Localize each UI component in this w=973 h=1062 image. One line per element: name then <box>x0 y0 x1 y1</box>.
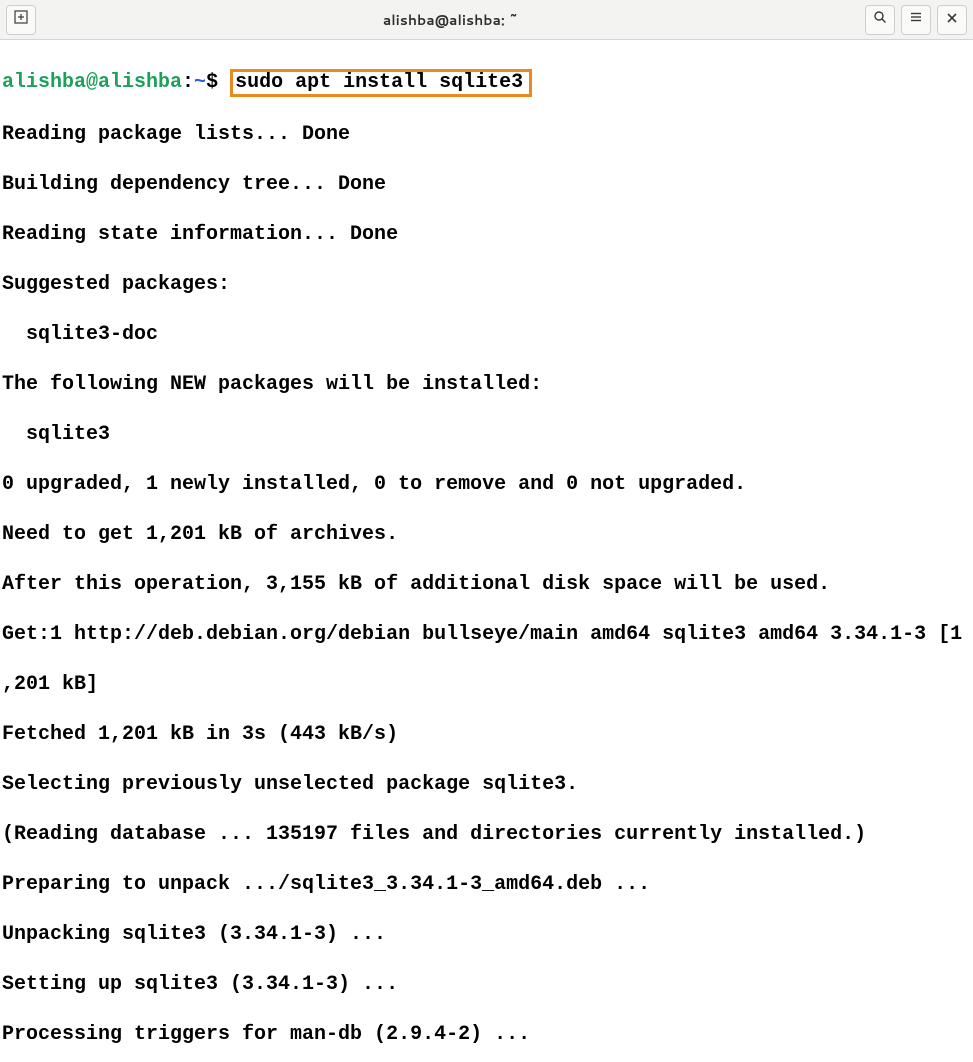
command-highlight: sudo apt install sqlite3 <box>230 69 532 97</box>
output-line: Preparing to unpack .../sqlite3_3.34.1-3… <box>2 872 971 897</box>
close-icon <box>946 12 958 28</box>
output-line: Building dependency tree... Done <box>2 172 971 197</box>
output-line: Selecting previously unselected package … <box>2 772 971 797</box>
search-button[interactable] <box>865 5 895 35</box>
output-line: Setting up sqlite3 (3.34.1-3) ... <box>2 972 971 997</box>
menu-button[interactable] <box>901 5 931 35</box>
hamburger-icon <box>909 10 923 29</box>
new-tab-icon <box>14 10 28 29</box>
output-line: sqlite3-doc <box>2 322 971 347</box>
search-icon <box>873 10 887 29</box>
window-title: alishba@alishba: ~ <box>36 10 865 30</box>
prompt-colon: : <box>182 71 194 94</box>
new-tab-button[interactable] <box>6 5 36 35</box>
terminal-body[interactable]: alishba@alishba:~$ sudo apt install sqli… <box>0 40 973 1062</box>
output-line: Get:1 http://deb.debian.org/debian bulls… <box>2 622 971 647</box>
output-line: (Reading database ... 135197 files and d… <box>2 822 971 847</box>
command-text: sudo apt install sqlite3 <box>235 71 523 94</box>
output-line: Suggested packages: <box>2 272 971 297</box>
window-titlebar: alishba@alishba: ~ <box>0 0 973 40</box>
close-button[interactable] <box>937 5 967 35</box>
prompt-line: alishba@alishba:~$ sudo apt install sqli… <box>2 69 971 97</box>
output-line: Processing triggers for man-db (2.9.4-2)… <box>2 1022 971 1047</box>
output-line: The following NEW packages will be insta… <box>2 372 971 397</box>
output-line: Fetched 1,201 kB in 3s (443 kB/s) <box>2 722 971 747</box>
output-line: Need to get 1,201 kB of archives. <box>2 522 971 547</box>
prompt-symbol: $ <box>206 71 218 94</box>
output-line: sqlite3 <box>2 422 971 447</box>
prompt-userhost: alishba@alishba <box>2 71 182 94</box>
output-line: Unpacking sqlite3 (3.34.1-3) ... <box>2 922 971 947</box>
output-line: Reading state information... Done <box>2 222 971 247</box>
output-line: After this operation, 3,155 kB of additi… <box>2 572 971 597</box>
output-line: ,201 kB] <box>2 672 971 697</box>
output-line: Reading package lists... Done <box>2 122 971 147</box>
prompt-path: ~ <box>194 71 206 94</box>
output-line: 0 upgraded, 1 newly installed, 0 to remo… <box>2 472 971 497</box>
